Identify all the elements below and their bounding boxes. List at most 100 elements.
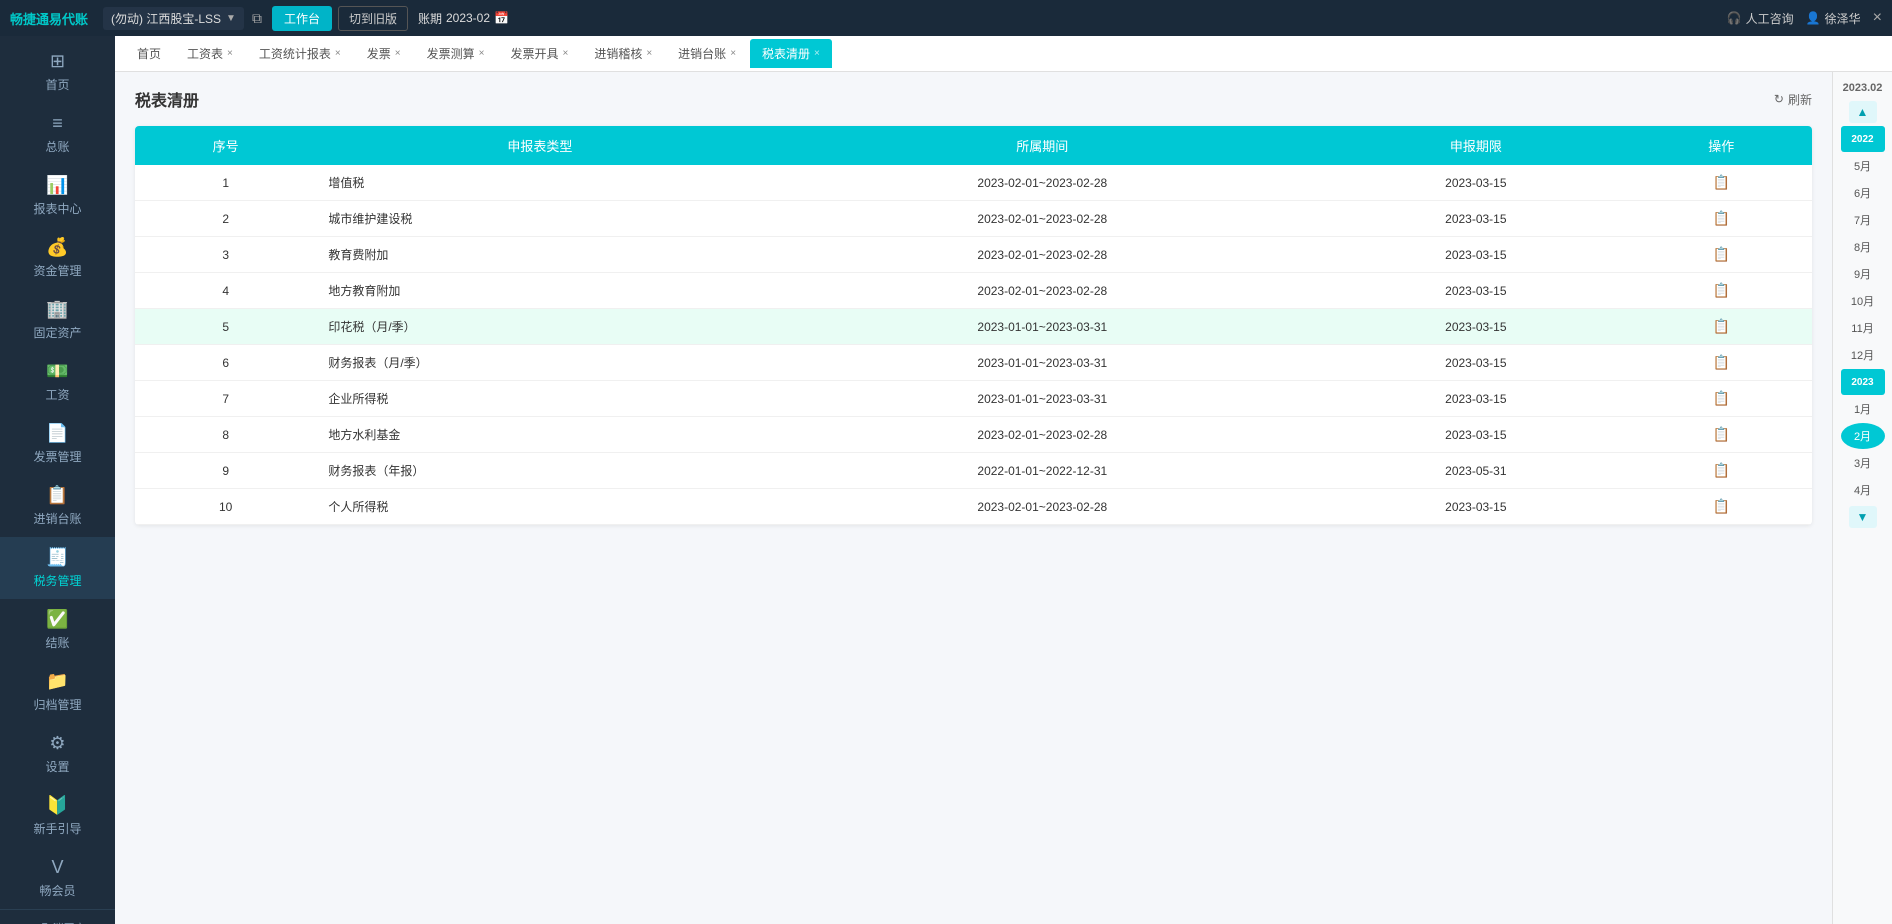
tab-invoice_calc[interactable]: 发票测算× — [415, 39, 497, 68]
cell-action[interactable]: 📋 — [1631, 345, 1812, 381]
cell-action[interactable]: 📋 — [1631, 489, 1812, 525]
sidebar-item-fund[interactable]: 💰资金管理 — [0, 227, 115, 289]
sidebar-icon-archive: 📁 — [46, 671, 68, 692]
sidebar-label-home: 首页 — [45, 76, 69, 93]
sidebar-item-guide[interactable]: 🔰新手引导 — [0, 785, 115, 847]
cell-deadline: 2023-03-15 — [1321, 201, 1631, 237]
tab-close-invoice[interactable]: × — [395, 48, 401, 59]
calendar-month[interactable]: 9月 — [1841, 261, 1885, 287]
data-table: 序号申报表类型所属期间申报期限操作 1增值税2023-02-01~2023-02… — [135, 126, 1812, 525]
cell-action[interactable]: 📋 — [1631, 201, 1812, 237]
action-icon[interactable]: 📋 — [1713, 426, 1730, 442]
action-icon[interactable]: 📋 — [1713, 498, 1730, 514]
sidebar-item-report[interactable]: 📊报表中心 — [0, 165, 115, 227]
action-icon[interactable]: 📋 — [1713, 390, 1730, 406]
tab-close-tax_register[interactable]: × — [814, 48, 820, 59]
calendar-month[interactable]: 10月 — [1841, 288, 1885, 314]
cell-period: 2023-02-01~2023-02-28 — [764, 489, 1322, 525]
calendar-month[interactable]: 6月 — [1841, 180, 1885, 206]
tab-tax_register[interactable]: 税表清册× — [750, 39, 832, 68]
sidebar-item-tax[interactable]: 🧾税务管理 — [0, 537, 115, 599]
sidebar-item-archive[interactable]: 📁 归档管理 — [0, 661, 115, 723]
cell-action[interactable]: 📋 — [1631, 453, 1812, 489]
top-bar: 畅捷通易代账 (勿动) 江西股宝-LSS ▼ ⧉ 工作台 切到旧版 账期 202… — [0, 0, 1892, 36]
tab-close-invoice_calc[interactable]: × — [479, 48, 485, 59]
cell-action[interactable]: 📋 — [1631, 417, 1812, 453]
window-close-button[interactable]: × — [1873, 9, 1882, 27]
sidebar-item-salary[interactable]: 💵工资 — [0, 351, 115, 413]
tab-close-purchase_ledger[interactable]: × — [730, 48, 736, 59]
action-icon[interactable]: 📋 — [1713, 318, 1730, 334]
calendar-month[interactable]: 7月 — [1841, 207, 1885, 233]
sidebar-label-report: 报表中心 — [33, 200, 81, 217]
action-icon[interactable]: 📋 — [1713, 462, 1730, 478]
table-row: 8地方水利基金2023-02-01~2023-02-282023-03-15📋 — [135, 417, 1812, 453]
col-header: 申报期限 — [1321, 126, 1631, 165]
cell-action[interactable]: 📋 — [1631, 165, 1812, 201]
calendar-icon[interactable]: 📅 — [494, 11, 509, 25]
sidebar-item-member[interactable]: V畅会员 — [0, 847, 115, 909]
table-row: 4地方教育附加2023-02-01~2023-02-282023-03-15📋 — [135, 273, 1812, 309]
tab-salary_report[interactable]: 工资统计报表× — [247, 39, 353, 68]
sidebar-item-settle[interactable]: ✅结账 — [0, 599, 115, 661]
cell-action[interactable]: 📋 — [1631, 381, 1812, 417]
sidebar-item-asset[interactable]: 🏢固定资产 — [0, 289, 115, 351]
calendar-month[interactable]: 5月 — [1841, 153, 1885, 179]
cell-deadline: 2023-03-15 — [1321, 345, 1631, 381]
cell-seq: 10 — [135, 489, 316, 525]
copy-icon[interactable]: ⧉ — [252, 10, 262, 27]
action-icon[interactable]: 📋 — [1713, 174, 1730, 190]
calendar-month[interactable]: 8月 — [1841, 234, 1885, 260]
action-icon[interactable]: 📋 — [1713, 246, 1730, 262]
sidebar-item-ledger[interactable]: ≡总账 — [0, 103, 115, 165]
tab-close-salary_report[interactable]: × — [335, 48, 341, 59]
calendar-month[interactable]: 12月 — [1841, 342, 1885, 368]
tab-purchase_check[interactable]: 进销稽核× — [582, 39, 664, 68]
calendar-month[interactable]: 4月 — [1841, 477, 1885, 503]
user-service-button[interactable]: 🎧 人工咨询 — [1727, 10, 1794, 27]
sidebar-label-settle: 结账 — [45, 634, 69, 651]
tab-invoice_open[interactable]: 发票开具× — [498, 39, 580, 68]
workbench-button[interactable]: 工作台 — [272, 6, 332, 31]
sidebar-item-purchase[interactable]: 📋进销台账 — [0, 475, 115, 537]
company-name: (勿动) 江西股宝-LSS — [111, 10, 221, 27]
avatar-icon: 👤 — [1806, 11, 1821, 25]
sidebar-footer[interactable]: ↩ 取消固定 — [0, 909, 115, 924]
sidebar-label-archive: 归档管理 — [33, 696, 81, 713]
cell-deadline: 2023-03-15 — [1321, 381, 1631, 417]
user-profile-button[interactable]: 👤 徐泽华 — [1806, 10, 1861, 27]
cell-action[interactable]: 📋 — [1631, 237, 1812, 273]
calendar-scroll-down[interactable]: ▼ — [1849, 506, 1877, 528]
sidebar-item-invoice[interactable]: 📄发票管理 — [0, 413, 115, 475]
sidebar-label-member: 畅会员 — [39, 882, 75, 899]
cell-action[interactable]: 📋 — [1631, 309, 1812, 345]
sidebar-item-settings[interactable]: ⚙设置 — [0, 723, 115, 785]
action-icon[interactable]: 📋 — [1713, 354, 1730, 370]
calendar-scroll-up[interactable]: ▲ — [1849, 101, 1877, 123]
sidebar-item-home[interactable]: ⊞首页 — [0, 41, 115, 103]
company-selector[interactable]: (勿动) 江西股宝-LSS ▼ — [103, 7, 244, 30]
calendar-month[interactable]: 3月 — [1841, 450, 1885, 476]
sidebar-icon-invoice: 📄 — [46, 423, 68, 444]
action-icon[interactable]: 📋 — [1713, 282, 1730, 298]
table-row: 7企业所得税2023-01-01~2023-03-312023-03-15📋 — [135, 381, 1812, 417]
cell-seq: 6 — [135, 345, 316, 381]
tab-salary[interactable]: 工资表× — [175, 39, 245, 68]
tab-close-salary[interactable]: × — [227, 48, 233, 59]
old-version-button[interactable]: 切到旧版 — [338, 6, 408, 31]
tab-purchase_ledger[interactable]: 进销台账× — [666, 39, 748, 68]
cell-type: 印花税（月/季） — [316, 309, 763, 345]
action-icon[interactable]: 📋 — [1713, 210, 1730, 226]
calendar-active-month[interactable]: 2月 — [1841, 423, 1885, 449]
tab-close-purchase_check[interactable]: × — [646, 48, 652, 59]
tab-invoice[interactable]: 发票× — [355, 39, 413, 68]
col-header: 所属期间 — [764, 126, 1322, 165]
cell-action[interactable]: 📋 — [1631, 273, 1812, 309]
calendar-month[interactable]: 1月 — [1841, 396, 1885, 422]
refresh-button[interactable]: ↻ 刷新 — [1774, 91, 1812, 108]
tab-home[interactable]: 首页 — [125, 39, 173, 68]
cell-seq: 8 — [135, 417, 316, 453]
calendar-month[interactable]: 11月 — [1841, 315, 1885, 341]
headset-icon: 🎧 — [1727, 11, 1742, 25]
tab-close-invoice_open[interactable]: × — [562, 48, 568, 59]
